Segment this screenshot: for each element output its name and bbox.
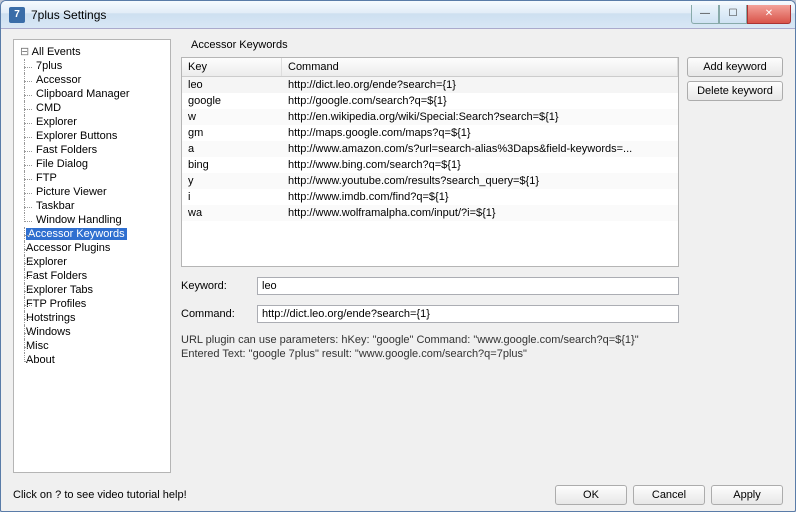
category-tree[interactable]: All Events7plusAccessorClipboard Manager… (13, 39, 171, 473)
footer-help-text: Click on ? to see video tutorial help! (13, 489, 549, 501)
cell-key: y (182, 174, 282, 188)
cell-command: http://www.youtube.com/results?search_qu… (282, 174, 678, 188)
table-row[interactable]: leohttp://dict.leo.org/ende?search={1} (182, 77, 678, 93)
tree-item[interactable]: FTP Profiles (18, 297, 170, 311)
window-title: 7plus Settings (31, 8, 691, 22)
tree-item[interactable]: Window Handling (18, 213, 170, 227)
command-input[interactable] (257, 305, 679, 323)
table-row[interactable]: yhttp://www.youtube.com/results?search_q… (182, 173, 678, 189)
cell-command: http://www.wolframalpha.com/input/?i=${1… (282, 206, 678, 220)
cell-command: http://maps.google.com/maps?q=${1} (282, 126, 678, 140)
tree-item[interactable]: File Dialog (18, 157, 170, 171)
tree-item[interactable]: FTP (18, 171, 170, 185)
cell-key: leo (182, 78, 282, 92)
cell-key: gm (182, 126, 282, 140)
tree-item[interactable]: Explorer Buttons (18, 129, 170, 143)
table-row[interactable]: binghttp://www.bing.com/search?q=${1} (182, 157, 678, 173)
table-row[interactable]: ihttp://www.imdb.com/find?q=${1} (182, 189, 678, 205)
tree-item[interactable]: Taskbar (18, 199, 170, 213)
table-row[interactable]: gmhttp://maps.google.com/maps?q=${1} (182, 125, 678, 141)
cancel-button[interactable]: Cancel (633, 485, 705, 505)
keyword-list[interactable]: Key Command leohttp://dict.leo.org/ende?… (181, 57, 679, 267)
table-row[interactable]: wahttp://www.wolframalpha.com/input/?i=$… (182, 205, 678, 221)
cell-command: http://www.bing.com/search?q=${1} (282, 158, 678, 172)
tree-item[interactable]: Fast Folders (18, 143, 170, 157)
delete-keyword-button[interactable]: Delete keyword (687, 81, 783, 101)
cell-command: http://en.wikipedia.org/wiki/Special:Sea… (282, 110, 678, 124)
tree-root[interactable]: All Events (18, 44, 170, 59)
cell-key: i (182, 190, 282, 204)
tree-item[interactable]: About (18, 353, 170, 367)
table-row[interactable]: ahttp://www.amazon.com/s?url=search-alia… (182, 141, 678, 157)
tree-item[interactable]: Explorer (18, 115, 170, 129)
add-keyword-button[interactable]: Add keyword (687, 57, 783, 77)
tree-item[interactable]: Picture Viewer (18, 185, 170, 199)
app-icon: 7 (9, 7, 25, 23)
tree-item[interactable]: Fast Folders (18, 269, 170, 283)
tree-item[interactable]: Accessor (18, 73, 170, 87)
cell-key: w (182, 110, 282, 124)
tree-item[interactable]: Explorer (18, 255, 170, 269)
titlebar[interactable]: 7 7plus Settings — ☐ ✕ (1, 1, 795, 29)
column-header-key[interactable]: Key (182, 58, 282, 76)
tree-item[interactable]: Windows (18, 325, 170, 339)
keyword-label: Keyword: (181, 280, 251, 292)
close-button[interactable]: ✕ (747, 5, 791, 24)
ok-button[interactable]: OK (555, 485, 627, 505)
keyword-input[interactable] (257, 277, 679, 295)
tree-item[interactable]: Accessor Keywords (18, 227, 170, 241)
maximize-button[interactable]: ☐ (719, 5, 747, 24)
tree-item[interactable]: 7plus (18, 59, 170, 73)
cell-key: bing (182, 158, 282, 172)
tree-item[interactable]: Accessor Plugins (18, 241, 170, 255)
tree-item[interactable]: Hotstrings (18, 311, 170, 325)
table-row[interactable]: googlehttp://google.com/search?q=${1} (182, 93, 678, 109)
cell-key: google (182, 94, 282, 108)
cell-command: http://google.com/search?q=${1} (282, 94, 678, 108)
column-header-command[interactable]: Command (282, 58, 678, 76)
hint-text: URL plugin can use parameters: hKey: "go… (181, 333, 661, 362)
tree-item[interactable]: CMD (18, 101, 170, 115)
section-title: Accessor Keywords (191, 39, 783, 51)
cell-key: a (182, 142, 282, 156)
cell-command: http://www.imdb.com/find?q=${1} (282, 190, 678, 204)
tree-item[interactable]: Clipboard Manager (18, 87, 170, 101)
cell-command: http://dict.leo.org/ende?search={1} (282, 78, 678, 92)
tree-item[interactable]: Explorer Tabs (18, 283, 170, 297)
minimize-button[interactable]: — (691, 5, 719, 24)
settings-window: 7 7plus Settings — ☐ ✕ All Events7plusAc… (0, 0, 796, 512)
command-label: Command: (181, 308, 251, 320)
cell-key: wa (182, 206, 282, 220)
cell-command: http://www.amazon.com/s?url=search-alias… (282, 142, 678, 156)
tree-item[interactable]: Misc (18, 339, 170, 353)
table-row[interactable]: whttp://en.wikipedia.org/wiki/Special:Se… (182, 109, 678, 125)
apply-button[interactable]: Apply (711, 485, 783, 505)
